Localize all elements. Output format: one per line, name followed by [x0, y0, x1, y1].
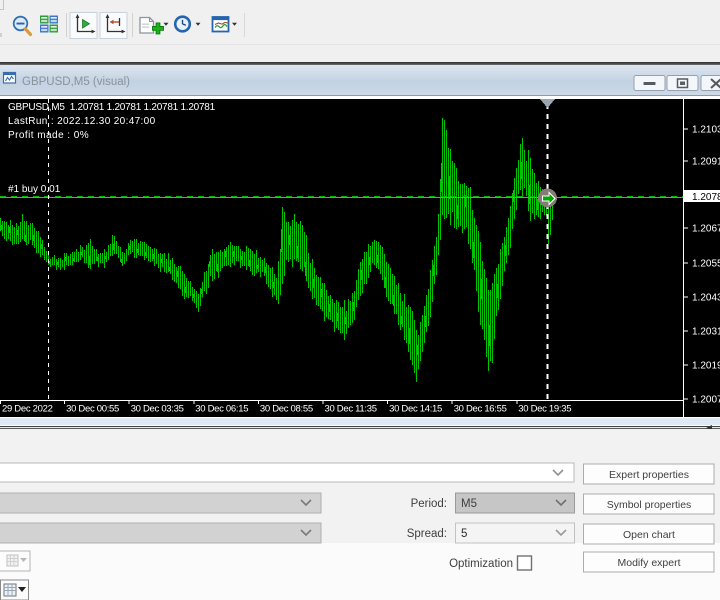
svg-text:Modify expert: Modify expert	[617, 557, 680, 569]
svg-text:Spread:: Spread:	[407, 528, 447, 540]
svg-text:30 Dec 11:35: 30 Dec 11:35	[325, 404, 377, 415]
svg-text:LastRun : 2022.12.30 20:47:00: LastRun : 2022.12.30 20:47:00	[8, 116, 156, 127]
svg-text:Profit made : 0%: Profit made : 0%	[8, 130, 89, 141]
svg-text:1.2007: 1.2007	[692, 395, 720, 406]
svg-text:1.2091: 1.2091	[692, 157, 720, 168]
svg-text:Expert properties: Expert properties	[609, 469, 689, 481]
svg-text:Open chart: Open chart	[623, 529, 675, 541]
svg-text:30 Dec 08:55: 30 Dec 08:55	[260, 404, 313, 415]
svg-text:1.2078: 1.2078	[692, 192, 720, 203]
svg-text:1.2055: 1.2055	[692, 259, 720, 270]
svg-text:1.2067: 1.2067	[692, 224, 720, 235]
svg-text:Optimization: Optimization	[449, 558, 513, 570]
svg-text:5: 5	[461, 528, 467, 540]
svg-text:Period:: Period:	[411, 498, 447, 510]
svg-text:GBPUSD,M5 1.20781 1.20781 1.2: GBPUSD,M5 1.20781 1.20781 1.20781 1.2078…	[8, 102, 216, 113]
svg-text:1.2031: 1.2031	[692, 327, 720, 338]
svg-text:M5: M5	[461, 498, 477, 510]
svg-text:30 Dec 06:15: 30 Dec 06:15	[195, 404, 248, 415]
svg-text:1.2019: 1.2019	[692, 361, 720, 372]
svg-text:GBPUSD,M5 (visual): GBPUSD,M5 (visual)	[22, 76, 130, 88]
svg-text:1.2103: 1.2103	[692, 125, 720, 136]
svg-text:30 Dec 03:35: 30 Dec 03:35	[131, 404, 184, 415]
svg-text:Symbol properties: Symbol properties	[607, 499, 692, 511]
svg-text:30 Dec 16:55: 30 Dec 16:55	[454, 404, 507, 415]
svg-text:#1 buy 0.01: #1 buy 0.01	[8, 184, 61, 195]
svg-text:30 Dec 19:35: 30 Dec 19:35	[518, 404, 571, 415]
svg-text:29 Dec 2022: 29 Dec 2022	[2, 404, 53, 415]
svg-text:30 Dec 00:55: 30 Dec 00:55	[66, 404, 119, 415]
svg-text:30 Dec 14:15: 30 Dec 14:15	[389, 404, 442, 415]
svg-text:1.2043: 1.2043	[692, 293, 720, 304]
